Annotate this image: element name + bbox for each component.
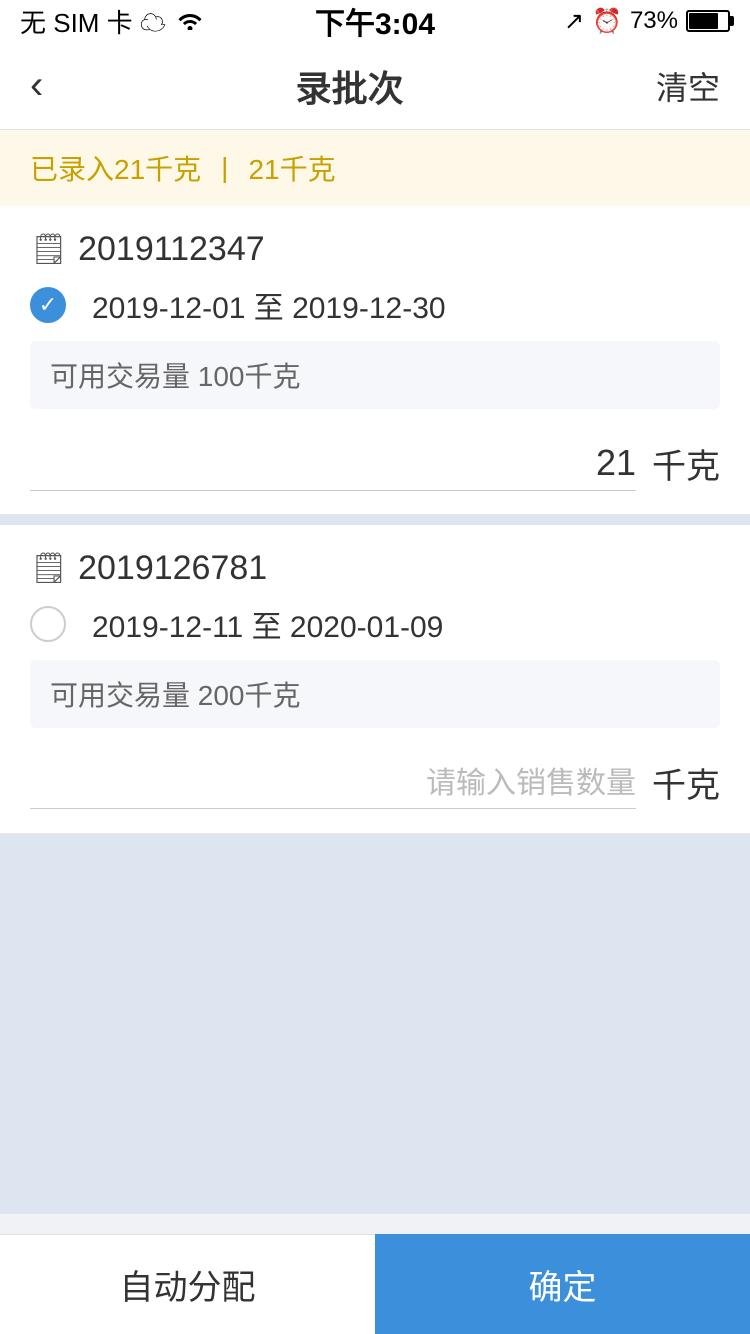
summary-divider: | (221, 152, 228, 184)
alarm-icon: ⏰ (592, 7, 622, 36)
back-button[interactable]: ‹ (30, 63, 43, 108)
batch-1-icon: 🗒 (30, 232, 68, 267)
batch-2-date: 2019-12-11 至 2020-01-09 (92, 602, 443, 646)
status-bar: 无 SIM 卡 ☁ 下午3:04 ↗ ⏰ 73% (0, 0, 750, 42)
batch-1-quantity-row: 21 千克 (0, 419, 750, 515)
batch-1-quantity-value: 21 (596, 442, 636, 484)
batch-1-availability: 可用交易量 100千克 (30, 341, 720, 409)
batch-2-number: 2019126781 (78, 549, 267, 588)
batch-item-2: 🗒 2019126781 2019-12-11 至 2020-01-09 可用交… (0, 525, 750, 834)
summary-amount: 21千克 (248, 148, 335, 188)
summary-recorded-label: 已录入21千克 (30, 148, 201, 188)
batch-2-availability: 可用交易量 200千克 (30, 660, 720, 728)
batch-2-date-row[interactable]: 2019-12-11 至 2020-01-09 (0, 598, 750, 650)
batch-2-unit: 千克 (652, 758, 720, 813)
battery-percent: 73% (630, 7, 678, 35)
batch-1-date-row[interactable]: 2019-12-01 至 2019-12-30 (0, 279, 750, 331)
batch-1-checkbox[interactable] (30, 287, 66, 323)
batch-2-quantity-row: 千克 (0, 738, 750, 834)
section-divider-1 (0, 515, 750, 525)
empty-area (0, 834, 750, 1214)
batch-1-date: 2019-12-01 至 2019-12-30 (92, 283, 446, 327)
confirm-button[interactable]: 确定 (375, 1234, 750, 1334)
batch-item-1: 🗒 2019112347 2019-12-01 至 2019-12-30 可用交… (0, 206, 750, 515)
batch-1-header: 🗒 2019112347 (0, 206, 750, 279)
status-time: 下午3:04 (315, 0, 435, 43)
status-right: ↗ ⏰ 73% (564, 7, 730, 36)
batch-2-icon: 🗒 (30, 551, 68, 586)
sim-label: 无 SIM 卡 ☁ (20, 3, 166, 40)
summary-bar: 已录入21千克 | 21千克 (0, 130, 750, 206)
bottom-buttons: 自动分配 确定 (0, 1234, 750, 1334)
batch-1-number: 2019112347 (78, 230, 265, 269)
batch-2-checkbox[interactable] (30, 606, 66, 642)
nav-bar: ‹ 录批次 清空 (0, 42, 750, 130)
clear-button[interactable]: 清空 (656, 63, 720, 109)
batch-1-unit: 千克 (652, 439, 720, 494)
batch-2-header: 🗒 2019126781 (0, 525, 750, 598)
auto-distribute-button[interactable]: 自动分配 (0, 1234, 375, 1334)
status-left: 无 SIM 卡 ☁ (20, 3, 204, 40)
page-title: 录批次 (296, 60, 404, 112)
battery-icon (686, 10, 730, 32)
location-icon: ↗ (564, 7, 584, 36)
batch-2-quantity-input[interactable] (336, 763, 636, 802)
wifi-icon (176, 6, 204, 37)
